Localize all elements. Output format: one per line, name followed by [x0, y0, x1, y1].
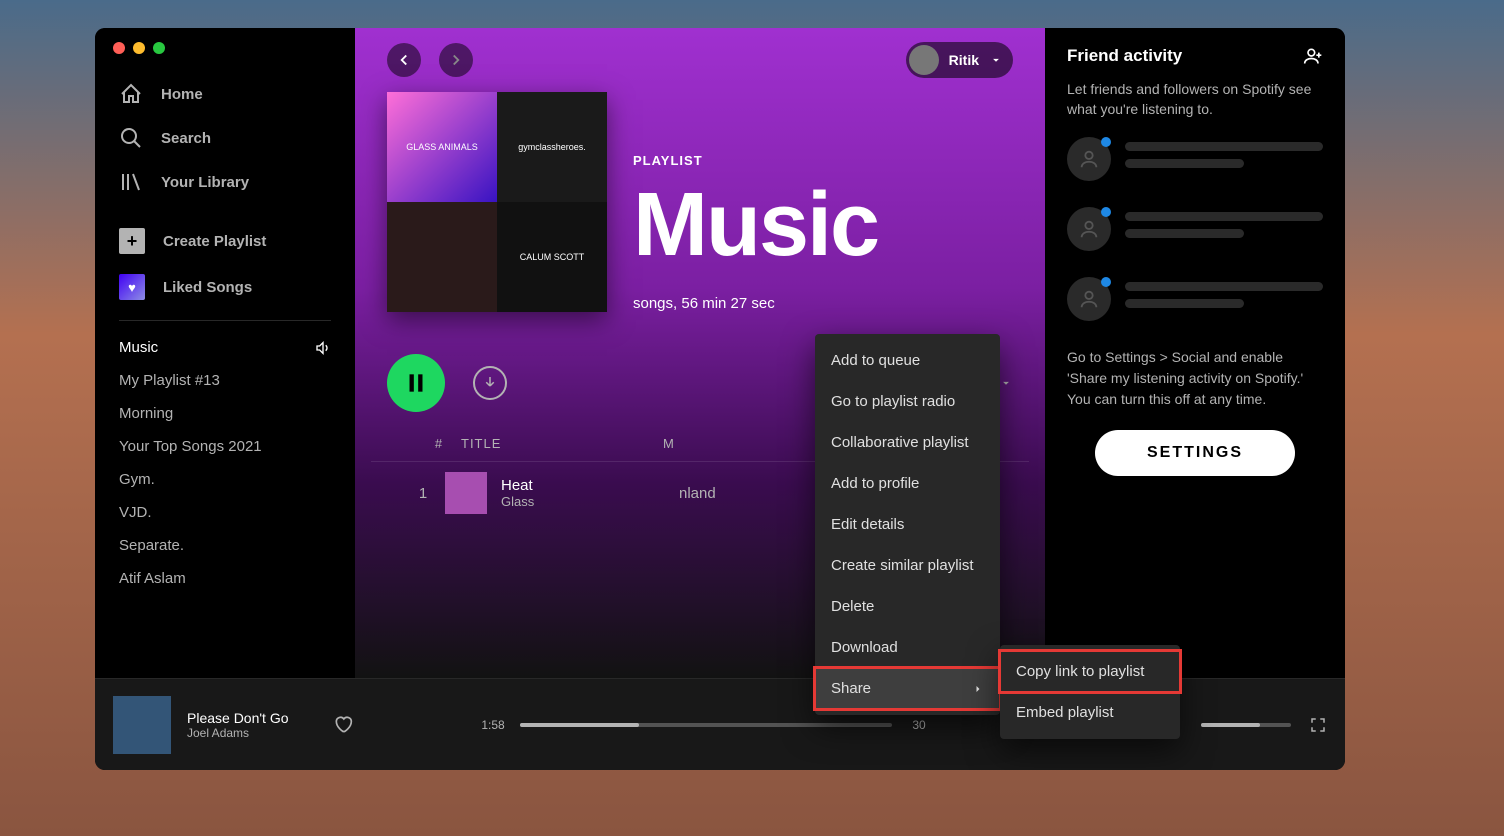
sidebar: Home Search Your Library + Create Playli…	[95, 28, 355, 678]
friend-activity-panel: Friend activity Let friends and follower…	[1045, 28, 1345, 678]
create-label: Create Playlist	[163, 233, 266, 250]
nav-forward-button[interactable]	[439, 43, 473, 77]
heart-icon: ♥	[119, 274, 145, 300]
top-bar: Ritik	[355, 28, 1045, 92]
share-submenu: Copy link to playlist Embed playlist	[1000, 645, 1180, 739]
cover-cell: GLASS ANIMALS	[387, 92, 497, 202]
fullscreen-icon[interactable]	[1309, 716, 1327, 734]
person-icon	[1067, 137, 1111, 181]
volume-slider[interactable]	[1201, 723, 1291, 727]
plus-icon: +	[119, 228, 145, 254]
nav-home[interactable]: Home	[95, 72, 355, 116]
friend-placeholder	[1067, 207, 1323, 251]
sidebar-playlist-item[interactable]: Atif Aslam	[119, 562, 331, 595]
playlist-context-menu: Add to queue Go to playlist radio Collab…	[815, 334, 1000, 715]
user-name: Ritik	[949, 52, 979, 68]
chevron-right-icon	[972, 683, 984, 695]
menu-share[interactable]: Share	[815, 668, 1000, 709]
search-icon	[119, 126, 143, 150]
menu-add-to-queue[interactable]: Add to queue	[815, 340, 1000, 381]
nav-library[interactable]: Your Library	[95, 160, 355, 204]
col-title: TITLE	[461, 436, 663, 455]
track-number: 1	[401, 485, 445, 502]
user-menu[interactable]: Ritik	[906, 42, 1013, 78]
friend-activity-help: Go to Settings > Social and enable 'Shar…	[1067, 347, 1323, 410]
playlist-cover: GLASS ANIMALS gymclassheroes. CALUM SCOT…	[387, 92, 607, 312]
speaker-icon	[315, 340, 331, 356]
friend-activity-title: Friend activity	[1067, 46, 1182, 66]
sidebar-playlist-item[interactable]: Music	[119, 331, 331, 364]
playlist-type-label: PLAYLIST	[633, 153, 878, 168]
nav-library-label: Your Library	[161, 174, 249, 191]
add-friend-icon[interactable]	[1303, 46, 1323, 66]
chevron-down-icon	[999, 376, 1013, 390]
playlist-title: Music	[633, 174, 878, 277]
nav-search-label: Search	[161, 130, 211, 147]
settings-button[interactable]: SETTINGS	[1095, 430, 1295, 476]
submenu-embed[interactable]: Embed playlist	[1000, 692, 1180, 733]
sidebar-playlist-item[interactable]: Separate.	[119, 529, 331, 562]
total-time: 30	[902, 718, 936, 732]
friend-placeholder	[1067, 277, 1323, 321]
app-window: Home Search Your Library + Create Playli…	[95, 28, 1345, 770]
create-playlist[interactable]: + Create Playlist	[95, 218, 355, 264]
menu-collaborative[interactable]: Collaborative playlist	[815, 422, 1000, 463]
home-icon	[119, 82, 143, 106]
now-playing-title: Please Don't Go	[187, 710, 317, 726]
maximize-window[interactable]	[153, 42, 165, 54]
friend-activity-desc: Let friends and followers on Spotify see…	[1067, 80, 1323, 119]
person-icon	[1067, 277, 1111, 321]
menu-add-to-profile[interactable]: Add to profile	[815, 463, 1000, 504]
playlist-subtitle: songs, 56 min 27 sec	[633, 295, 878, 312]
play-pause-button[interactable]	[387, 354, 445, 412]
close-window[interactable]	[113, 42, 125, 54]
nav-home-label: Home	[161, 86, 203, 103]
sidebar-divider	[119, 320, 331, 321]
cover-cell	[387, 202, 497, 312]
playlist-list: Music My Playlist #13 Morning Your Top S…	[95, 331, 355, 678]
cover-cell: gymclassheroes.	[497, 92, 607, 202]
menu-delete[interactable]: Delete	[815, 586, 1000, 627]
avatar	[909, 45, 939, 75]
main-content: Ritik GLASS ANIMALS gymclassheroes. CALU…	[355, 28, 1045, 678]
download-button[interactable]	[473, 366, 507, 400]
minimize-window[interactable]	[133, 42, 145, 54]
track-title: Heat	[501, 477, 534, 494]
menu-download[interactable]: Download	[815, 627, 1000, 668]
submenu-copy-link[interactable]: Copy link to playlist	[1000, 651, 1180, 692]
track-artist: Glass	[501, 494, 534, 509]
sidebar-playlist-item[interactable]: Your Top Songs 2021	[119, 430, 331, 463]
friend-placeholder	[1067, 137, 1323, 181]
elapsed-time: 1:58	[476, 718, 510, 732]
library-icon	[119, 170, 143, 194]
menu-create-similar[interactable]: Create similar playlist	[815, 545, 1000, 586]
sidebar-playlist-item[interactable]: Morning	[119, 397, 331, 430]
sidebar-playlist-item[interactable]: VJD.	[119, 496, 331, 529]
chevron-down-icon	[989, 53, 1003, 67]
menu-go-to-radio[interactable]: Go to playlist radio	[815, 381, 1000, 422]
person-icon	[1067, 207, 1111, 251]
track-cover	[445, 472, 487, 514]
sidebar-playlist-item[interactable]: Gym.	[119, 463, 331, 496]
cover-cell: CALUM SCOTT	[497, 202, 607, 312]
nav-back-button[interactable]	[387, 43, 421, 77]
window-traffic-lights	[113, 42, 165, 54]
liked-songs[interactable]: ♥ Liked Songs	[95, 264, 355, 310]
sidebar-playlist-item[interactable]: My Playlist #13	[119, 364, 331, 397]
progress-bar[interactable]: 1:58 30	[476, 718, 936, 732]
now-playing-artist: Joel Adams	[187, 726, 317, 740]
like-button[interactable]	[333, 714, 355, 736]
playlist-hero: GLASS ANIMALS gymclassheroes. CALUM SCOT…	[355, 92, 1045, 336]
now-playing-cover	[113, 696, 171, 754]
liked-label: Liked Songs	[163, 279, 252, 296]
nav-search[interactable]: Search	[95, 116, 355, 160]
menu-edit-details[interactable]: Edit details	[815, 504, 1000, 545]
col-number: #	[417, 436, 461, 455]
